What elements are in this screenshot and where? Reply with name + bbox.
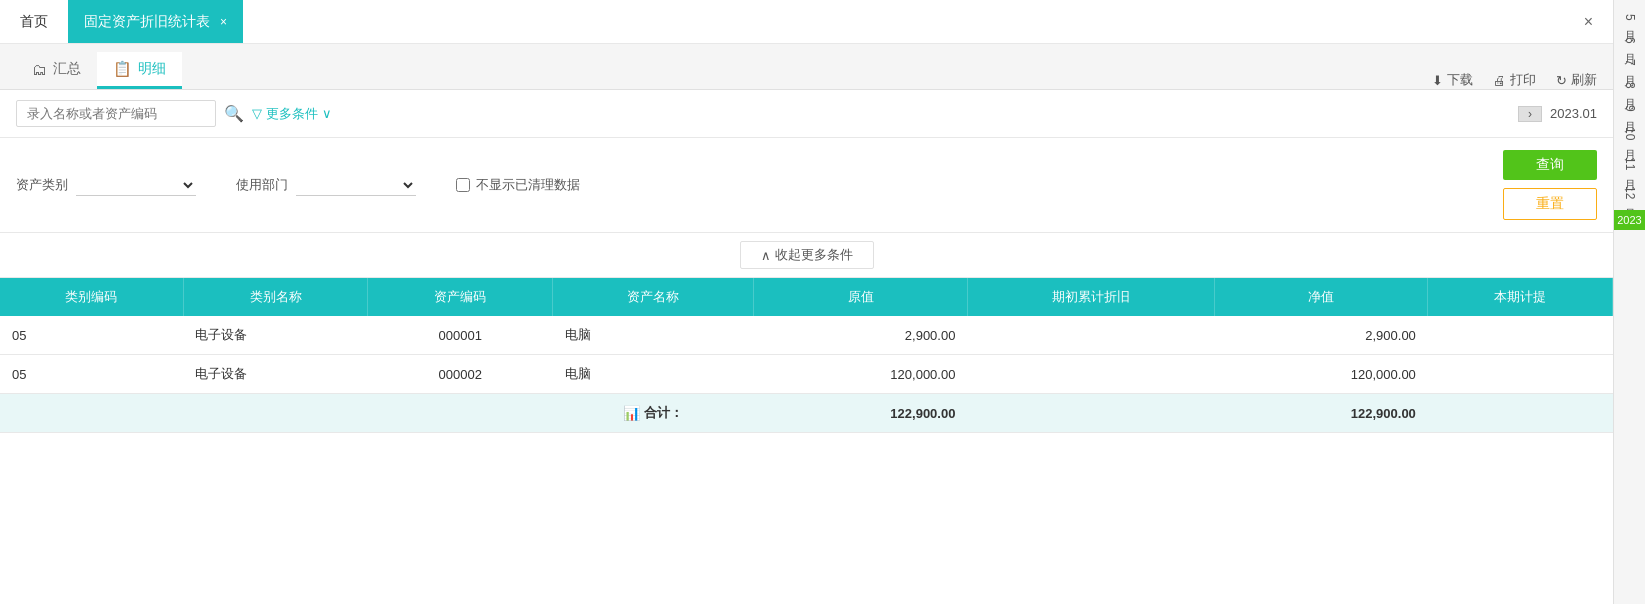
layers-icon: 🗂 (32, 61, 47, 78)
cell-net-value: 120,000.00 (1214, 355, 1428, 394)
cell-category-code: 05 (0, 355, 183, 394)
cell-asset-name: 电脑 (553, 316, 754, 355)
cell-net-value: 2,900.00 (1214, 316, 1428, 355)
filter-icon: ▽ (252, 106, 262, 121)
assets-table: 类别编码 类别名称 资产编码 资产名称 原值 期初累计折旧 净值 本期计提 05… (0, 278, 1613, 433)
collapse-label: 收起更多条件 (775, 246, 853, 264)
download-label: 下载 (1447, 71, 1473, 89)
total-initial-depreciation (967, 394, 1214, 433)
asset-category-label: 资产类别 (16, 176, 68, 194)
cell-current-depreciation (1428, 316, 1613, 355)
download-icon: ⬇ (1432, 73, 1443, 88)
table-container: 类别编码 类别名称 资产编码 资产名称 原值 期初累计折旧 净值 本期计提 05… (0, 278, 1613, 604)
table-total-row: 📊 合计： 122,900.00 122,900.00 (0, 394, 1613, 433)
right-panel-month-item[interactable]: 12月 (1619, 180, 1640, 205)
department-label: 使用部门 (236, 176, 288, 194)
toolbar-tabs: 🗂 汇总 📋 明细 ⬇ 下载 🖨 打印 ↻ 刷新 (0, 44, 1613, 90)
print-label: 打印 (1510, 71, 1536, 89)
table-icon: 📊 (623, 405, 640, 421)
cell-initial-depreciation (967, 316, 1214, 355)
col-asset-code: 资产编码 (368, 278, 553, 316)
hide-cleared-group: 不显示已清理数据 (456, 176, 580, 194)
right-panel-month-item[interactable]: 9月 (1619, 99, 1640, 118)
cell-category-name: 电子设备 (183, 355, 368, 394)
col-initial-depreciation: 期初累计折旧 (967, 278, 1214, 316)
tab-summary[interactable]: 🗂 汇总 (16, 52, 97, 89)
total-net-value: 122,900.00 (1214, 394, 1428, 433)
cell-asset-name: 电脑 (553, 355, 754, 394)
scroll-right-button[interactable]: › (1518, 106, 1542, 122)
department-select[interactable] (296, 174, 416, 196)
hide-cleared-label: 不显示已清理数据 (476, 176, 580, 194)
asset-category-select[interactable] (76, 174, 196, 196)
search-icon[interactable]: 🔍 (224, 104, 244, 123)
date-display: 2023.01 (1550, 106, 1597, 121)
total-current-depreciation (1428, 394, 1613, 433)
cell-original-value: 2,900.00 (754, 316, 968, 355)
collapse-more-button[interactable]: ∧ 收起更多条件 (740, 241, 874, 269)
search-input[interactable] (16, 100, 216, 127)
global-close-icon[interactable]: × (1564, 13, 1613, 31)
right-panel-month-item[interactable]: 10月 (1619, 121, 1640, 146)
department-field: 使用部门 (236, 174, 416, 196)
right-panel-month-item[interactable]: 11月 (1619, 151, 1640, 176)
collapse-bar: ∧ 收起更多条件 (0, 233, 1613, 278)
filter-bar: 🔍 ▽ 更多条件 ∨ › 2023.01 (0, 90, 1613, 138)
cell-current-depreciation (1428, 355, 1613, 394)
cell-initial-depreciation (967, 355, 1214, 394)
cell-original-value: 120,000.00 (754, 355, 968, 394)
refresh-icon: ↻ (1556, 73, 1567, 88)
right-panel: 5月 6月 7月 8月 9月 10月 11月 12月 2023 (1613, 0, 1645, 604)
hide-cleared-checkbox[interactable] (456, 178, 470, 192)
cell-category-code: 05 (0, 316, 183, 355)
total-label: 📊 合计： (553, 394, 754, 433)
table-header-row: 类别编码 类别名称 资产编码 资产名称 原值 期初累计折旧 净值 本期计提 (0, 278, 1613, 316)
right-panel-month-item[interactable]: 5月 (1619, 8, 1640, 27)
nav-home[interactable]: 首页 (0, 0, 68, 43)
filter-more-label: 更多条件 (266, 105, 318, 123)
refresh-button[interactable]: ↻ 刷新 (1556, 71, 1597, 89)
chevron-up-icon: ∧ (761, 248, 771, 263)
col-asset-name: 资产名称 (553, 278, 754, 316)
right-panel-month-item[interactable]: 7月 (1619, 53, 1640, 72)
nav-tab-close-icon[interactable]: × (220, 15, 227, 29)
col-category-name: 类别名称 (183, 278, 368, 316)
advanced-filter: 资产类别 使用部门 不显示已清理数据 查询 重置 (0, 138, 1613, 233)
tab-summary-label: 汇总 (53, 60, 81, 78)
chevron-down-icon: ∨ (322, 106, 332, 121)
reset-button[interactable]: 重置 (1503, 188, 1597, 220)
nav-tab-fixed-assets[interactable]: 固定资产折旧统计表 × (68, 0, 243, 43)
right-panel-year-badge[interactable]: 2023 (1614, 210, 1644, 230)
table-row: 05 电子设备 000002 电脑 120,000.00 120,000.00 (0, 355, 1613, 394)
print-button[interactable]: 🖨 打印 (1493, 71, 1536, 89)
download-button[interactable]: ⬇ 下载 (1432, 71, 1473, 89)
tab-detail[interactable]: 📋 明细 (97, 52, 182, 89)
list-icon: 📋 (113, 60, 132, 78)
cell-asset-code: 000002 (368, 355, 553, 394)
col-current-depreciation: 本期计提 (1428, 278, 1613, 316)
col-net-value: 净值 (1214, 278, 1428, 316)
print-icon: 🖨 (1493, 73, 1506, 88)
top-nav: 首页 固定资产折旧统计表 × × (0, 0, 1613, 44)
total-original-value: 122,900.00 (754, 394, 968, 433)
query-button[interactable]: 查询 (1503, 150, 1597, 180)
filter-more-button[interactable]: ▽ 更多条件 ∨ (252, 105, 332, 123)
table-row: 05 电子设备 000001 电脑 2,900.00 2,900.00 (0, 316, 1613, 355)
toolbar-actions: ⬇ 下载 🖨 打印 ↻ 刷新 (1432, 71, 1597, 89)
right-panel-month-item[interactable]: 8月 (1619, 76, 1640, 95)
right-panel-month-item[interactable]: 6月 (1619, 31, 1640, 50)
tab-detail-label: 明细 (138, 60, 166, 78)
filter-actions: 查询 重置 (1503, 150, 1597, 220)
cell-asset-code: 000001 (368, 316, 553, 355)
asset-category-field: 资产类别 (16, 174, 196, 196)
cell-category-name: 电子设备 (183, 316, 368, 355)
refresh-label: 刷新 (1571, 71, 1597, 89)
total-label-cell (0, 394, 553, 433)
col-original-value: 原值 (754, 278, 968, 316)
col-category-code: 类别编码 (0, 278, 183, 316)
nav-tab-label: 固定资产折旧统计表 (84, 13, 210, 31)
